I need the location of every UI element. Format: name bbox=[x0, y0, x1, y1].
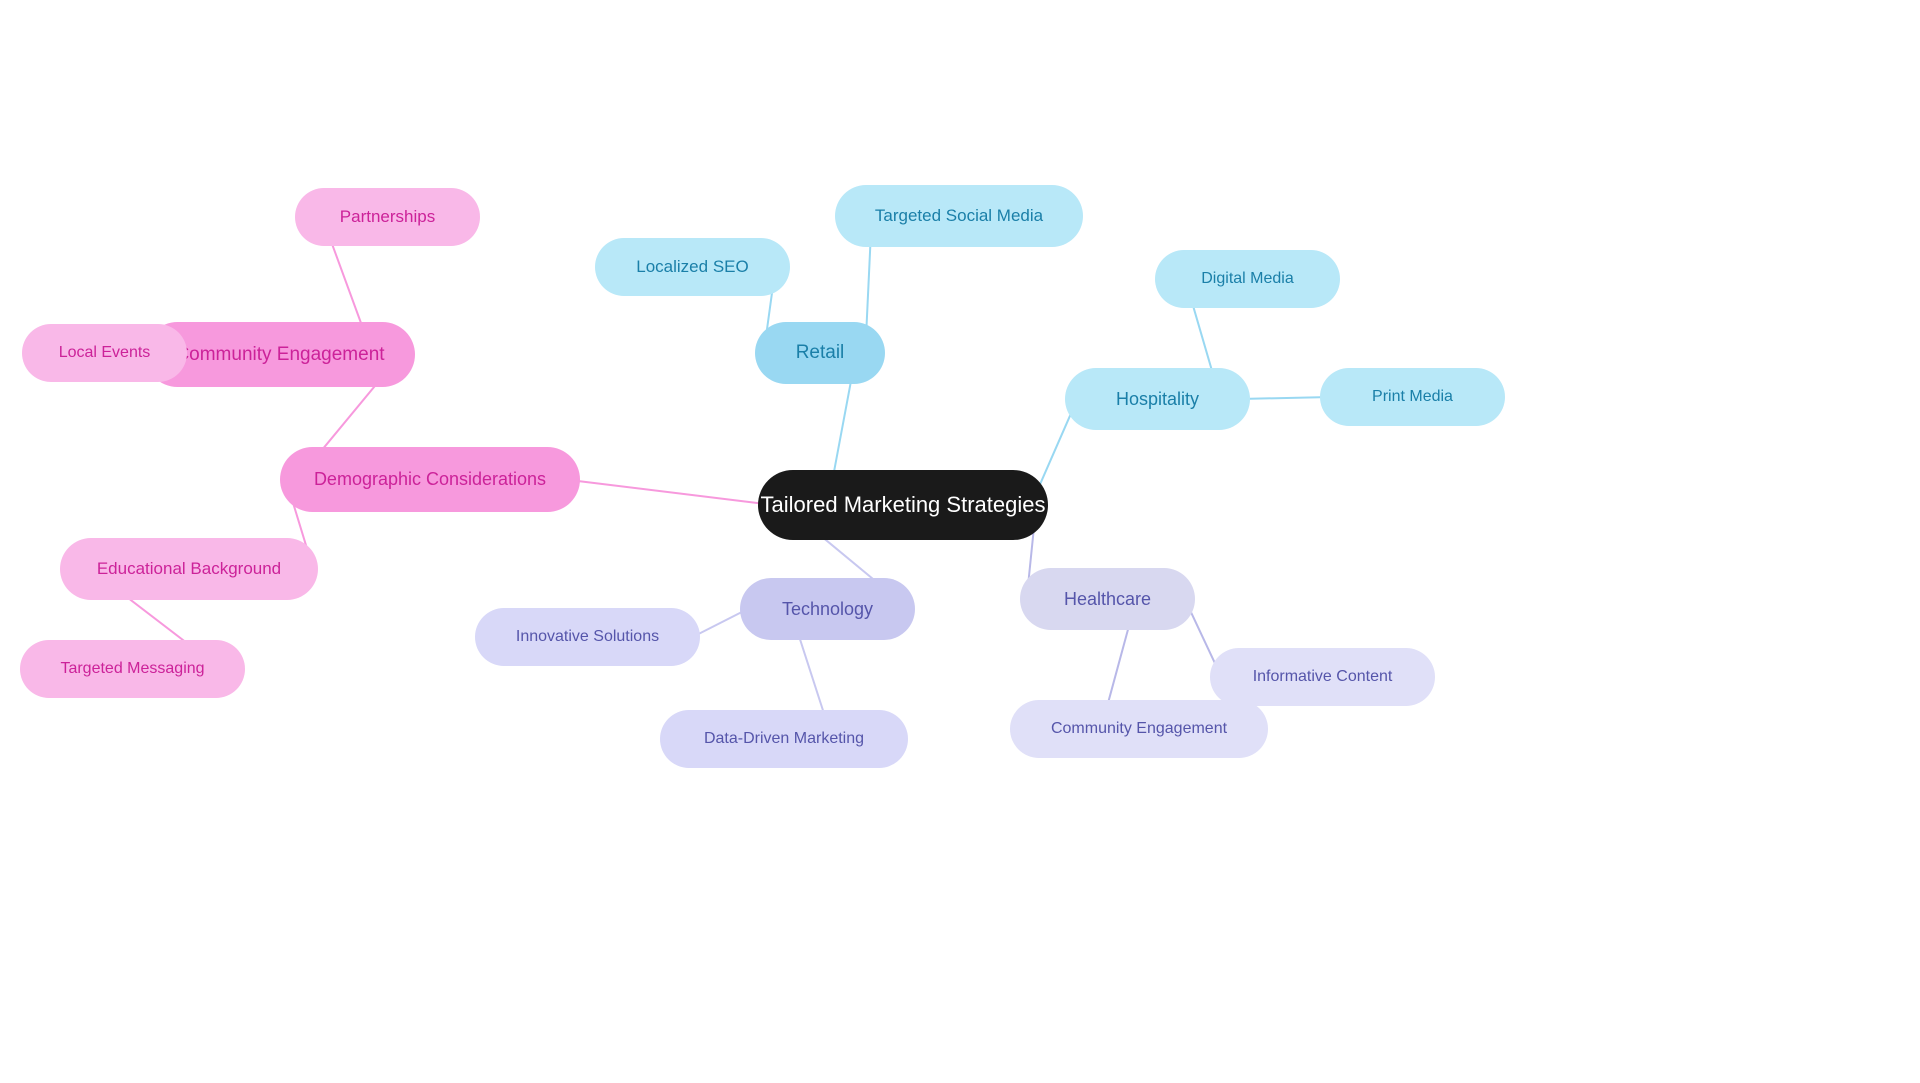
informative-content-node[interactable]: Informative Content bbox=[1210, 648, 1435, 706]
center-label: Tailored Marketing Strategies bbox=[761, 492, 1046, 518]
digital-media-label: Digital Media bbox=[1201, 270, 1293, 288]
print-media-label: Print Media bbox=[1372, 388, 1453, 406]
print-media-node[interactable]: Print Media bbox=[1320, 368, 1505, 426]
innovative-solutions-label: Innovative Solutions bbox=[516, 628, 659, 646]
localized-seo-node[interactable]: Localized SEO bbox=[595, 238, 790, 296]
targeted-messaging-node[interactable]: Targeted Messaging bbox=[20, 640, 245, 698]
targeted-social-media-node[interactable]: Targeted Social Media bbox=[835, 185, 1083, 247]
informative-content-label: Informative Content bbox=[1253, 668, 1393, 686]
healthcare-node[interactable]: Healthcare bbox=[1020, 568, 1195, 630]
community-engagement-purple-node[interactable]: Community Engagement bbox=[1010, 700, 1268, 758]
healthcare-label: Healthcare bbox=[1064, 589, 1151, 610]
retail-label: Retail bbox=[796, 342, 845, 364]
data-driven-marketing-node[interactable]: Data-Driven Marketing bbox=[660, 710, 908, 768]
targeted-messaging-label: Targeted Messaging bbox=[60, 660, 204, 678]
local-events-label: Local Events bbox=[59, 344, 151, 362]
demographic-considerations-label: Demographic Considerations bbox=[314, 469, 546, 490]
community-engagement-pink-label: Community Engagement bbox=[175, 344, 384, 366]
hospitality-node[interactable]: Hospitality bbox=[1065, 368, 1250, 430]
center-node[interactable]: Tailored Marketing Strategies bbox=[758, 470, 1048, 540]
localized-seo-label: Localized SEO bbox=[636, 257, 748, 277]
targeted-social-media-label: Targeted Social Media bbox=[875, 206, 1043, 226]
demographic-considerations-node[interactable]: Demographic Considerations bbox=[280, 447, 580, 512]
partnerships-node[interactable]: Partnerships bbox=[295, 188, 480, 246]
partnerships-label: Partnerships bbox=[340, 207, 435, 227]
local-events-node[interactable]: Local Events bbox=[22, 324, 187, 382]
data-driven-marketing-label: Data-Driven Marketing bbox=[704, 730, 864, 748]
educational-background-label: Educational Background bbox=[97, 559, 281, 579]
community-engagement-purple-label: Community Engagement bbox=[1051, 720, 1227, 738]
technology-label: Technology bbox=[782, 599, 873, 620]
retail-node[interactable]: Retail bbox=[755, 322, 885, 384]
digital-media-node[interactable]: Digital Media bbox=[1155, 250, 1340, 308]
educational-background-node[interactable]: Educational Background bbox=[60, 538, 318, 600]
hospitality-label: Hospitality bbox=[1116, 389, 1199, 410]
innovative-solutions-node[interactable]: Innovative Solutions bbox=[475, 608, 700, 666]
technology-node[interactable]: Technology bbox=[740, 578, 915, 640]
